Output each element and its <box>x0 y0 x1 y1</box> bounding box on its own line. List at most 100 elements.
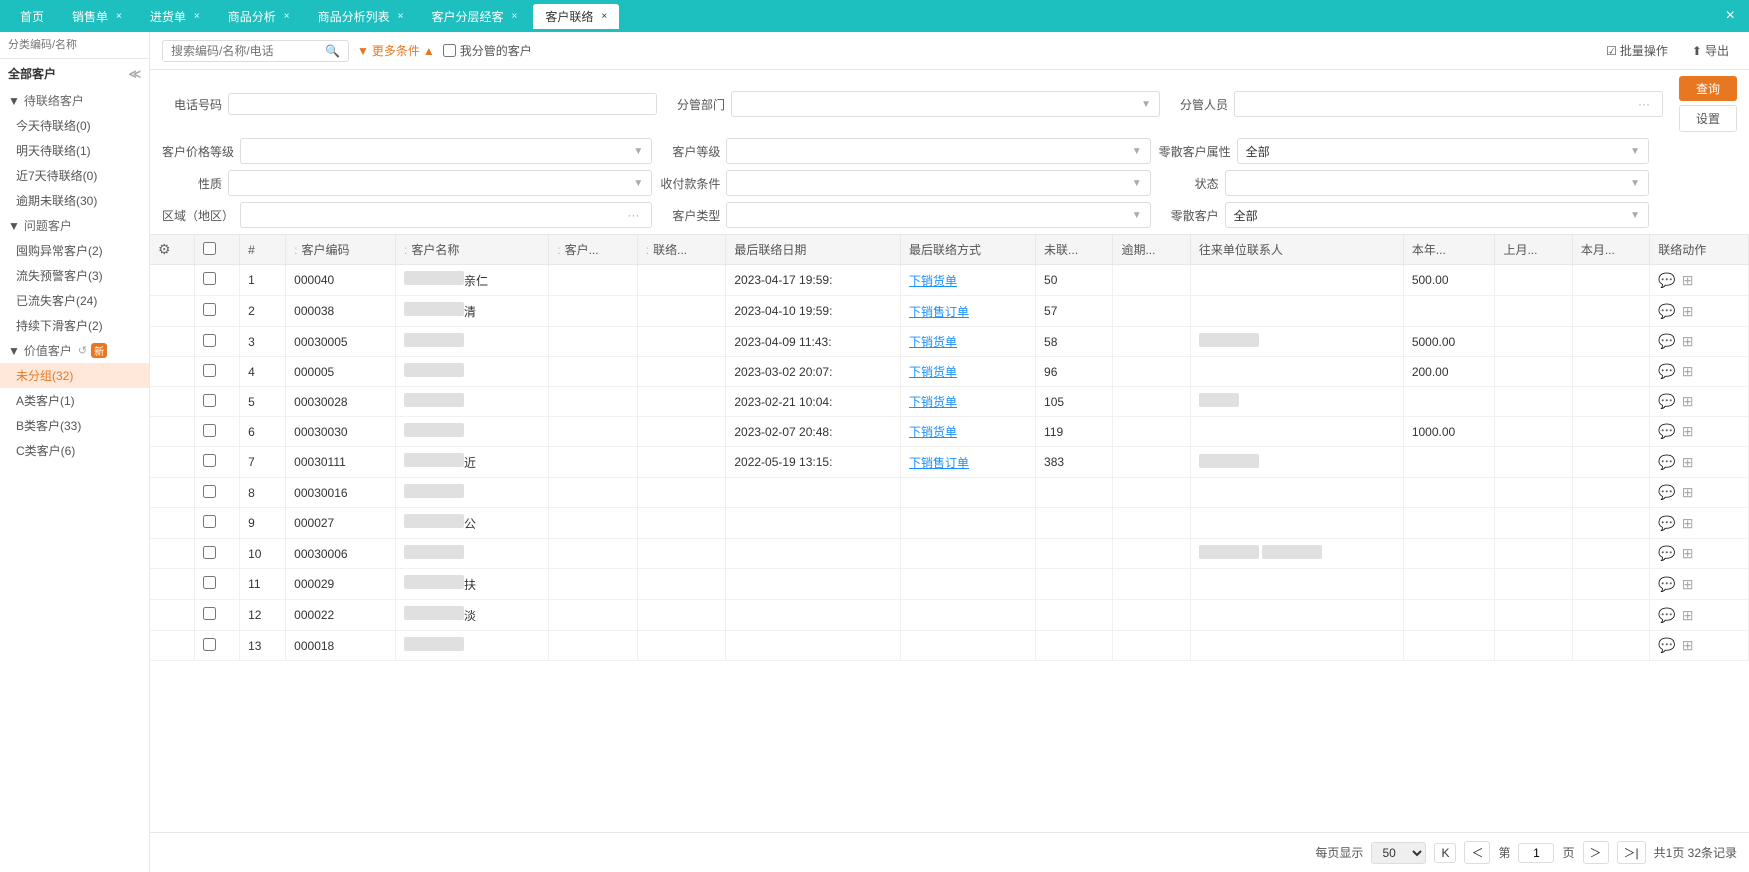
partner-col-header[interactable]: 往来单位联系人 <box>1190 235 1403 265</box>
chat-icon[interactable]: 💬 <box>1658 637 1675 654</box>
per-page-select[interactable]: 50 100 200 <box>1371 842 1426 864</box>
nature-select[interactable]: ▼ <box>228 170 652 196</box>
reset-button[interactable]: 设置 <box>1679 105 1737 132</box>
phone-input[interactable] <box>228 93 657 115</box>
dept-select[interactable]: ▼ <box>731 91 1160 117</box>
refresh-icon[interactable]: ↺ <box>78 344 87 357</box>
value-group[interactable]: ▼ 价值客户 ↺ 新 <box>0 338 149 363</box>
tab-analysis-list[interactable]: 商品分析列表 × <box>306 4 416 29</box>
row-check[interactable] <box>203 485 216 498</box>
customer-level-select[interactable]: ▼ <box>726 138 1150 164</box>
sidebar-item-7day-pending[interactable]: 近7天待联络(0) <box>0 163 149 188</box>
row-action[interactable]: 💬 ⊞ <box>1650 631 1749 661</box>
collapse-icon[interactable]: ≪ <box>128 67 141 81</box>
batch-ops-btn[interactable]: ☑ 批量操作 <box>1598 38 1676 63</box>
row-action[interactable]: 💬 ⊞ <box>1650 539 1749 569</box>
export-btn[interactable]: ⬆ 导出 <box>1684 38 1737 63</box>
row-checkbox[interactable] <box>194 327 240 357</box>
chat-icon[interactable]: 💬 <box>1658 272 1675 289</box>
chat-icon[interactable]: 💬 <box>1658 484 1675 501</box>
problem-group[interactable]: ▼ 问题客户 <box>0 213 149 238</box>
close-sales-tab[interactable]: × <box>116 11 122 22</box>
sidebar-item-c-class[interactable]: C类客户(6) <box>0 438 149 463</box>
grid-icon[interactable]: ⊞ <box>1682 363 1694 380</box>
row-check[interactable] <box>203 576 216 589</box>
this-month-col-header[interactable]: 本月... <box>1572 235 1649 265</box>
my-customers-check[interactable] <box>443 44 456 57</box>
grid-icon[interactable]: ⊞ <box>1682 607 1694 624</box>
grid-icon[interactable]: ⊞ <box>1682 515 1694 532</box>
sidebar-item-declining[interactable]: 持续下滑客户(2) <box>0 313 149 338</box>
row-last-method[interactable]: 下销货单 <box>900 417 1035 447</box>
grid-icon[interactable]: ⊞ <box>1682 454 1694 471</box>
chat-icon[interactable]: 💬 <box>1658 607 1675 624</box>
price-level-select[interactable]: ▼ <box>240 138 652 164</box>
row-checkbox[interactable] <box>194 387 240 417</box>
close-analysis-list-tab[interactable]: × <box>398 11 404 22</box>
row-action[interactable]: 💬 ⊞ <box>1650 327 1749 357</box>
more-conditions-btn[interactable]: ▼ 更多条件 ▲ <box>357 42 435 59</box>
last-method-col-header[interactable]: 最后联络方式 <box>900 235 1035 265</box>
grid-icon[interactable]: ⊞ <box>1682 637 1694 654</box>
tab-home[interactable]: 首页 <box>8 4 56 29</box>
close-customer-contact-tab[interactable]: × <box>601 11 607 22</box>
my-customers-checkbox[interactable]: 我分管的客户 <box>443 42 532 59</box>
sidebar-item-tomorrow-pending[interactable]: 明天待联络(1) <box>0 138 149 163</box>
last-method-link[interactable]: 下销货单 <box>909 274 957 288</box>
last-method-link[interactable]: 下销货单 <box>909 365 957 379</box>
row-check[interactable] <box>203 334 216 347</box>
sidebar-item-overdue-pending[interactable]: 逾期未联络(30) <box>0 188 149 213</box>
main-search-box[interactable]: 🔍 <box>162 40 349 62</box>
chat-icon[interactable]: 💬 <box>1658 576 1675 593</box>
table-settings-icon[interactable]: ⚙ <box>158 241 171 257</box>
row-action[interactable]: 💬 ⊞ <box>1650 387 1749 417</box>
select-all-checkbox[interactable] <box>203 242 216 255</box>
row-last-method[interactable]: 下销货单 <box>900 265 1035 296</box>
last-page-btn[interactable]: ＞| <box>1617 841 1646 864</box>
row-checkbox[interactable] <box>194 447 240 478</box>
row-check[interactable] <box>203 424 216 437</box>
retail-customer-select[interactable]: 全部 ▼ <box>1225 202 1649 228</box>
close-purchase-tab[interactable]: × <box>194 11 200 22</box>
last-method-link[interactable]: 下销货单 <box>909 335 957 349</box>
category-search-input[interactable] <box>8 39 150 51</box>
row-checkbox[interactable] <box>194 631 240 661</box>
tab-analysis[interactable]: 商品分析 × <box>216 4 302 29</box>
last-method-link[interactable]: 下销货单 <box>909 425 957 439</box>
status-select[interactable]: ▼ <box>1225 170 1649 196</box>
row-checkbox[interactable] <box>194 600 240 631</box>
sidebar-item-hoarding-abnormal[interactable]: 囤购异常客户(2) <box>0 238 149 263</box>
next-page-btn[interactable]: ＞ <box>1583 841 1609 864</box>
contact-col-header[interactable]: :联络... <box>637 235 726 265</box>
last-month-col-header[interactable]: 上月... <box>1495 235 1572 265</box>
chat-icon[interactable]: 💬 <box>1658 545 1675 562</box>
query-button[interactable]: 查询 <box>1679 76 1737 101</box>
uncontacted-col-header[interactable]: 未联... <box>1036 235 1113 265</box>
row-checkbox[interactable] <box>194 296 240 327</box>
chat-icon[interactable]: 💬 <box>1658 363 1675 380</box>
chat-icon[interactable]: 💬 <box>1658 303 1675 320</box>
row-checkbox[interactable] <box>194 265 240 296</box>
grid-icon[interactable]: ⊞ <box>1682 484 1694 501</box>
manager-select[interactable]: ··· <box>1234 91 1663 117</box>
grid-icon[interactable]: ⊞ <box>1682 272 1694 289</box>
customer-type-select[interactable]: ▼ <box>726 202 1150 228</box>
chat-icon[interactable]: 💬 <box>1658 393 1675 410</box>
last-method-link[interactable]: 下销货单 <box>909 395 957 409</box>
last-date-col-header[interactable]: 最后联络日期 <box>726 235 901 265</box>
row-check[interactable] <box>203 638 216 651</box>
row-check[interactable] <box>203 272 216 285</box>
sidebar-item-a-class[interactable]: A类客户(1) <box>0 388 149 413</box>
tab-sales[interactable]: 销售单 × <box>60 4 134 29</box>
row-checkbox[interactable] <box>194 357 240 387</box>
prev-page-btn[interactable]: ＜ <box>1464 841 1490 864</box>
manager-ellipsis[interactable]: ··· <box>1634 97 1654 111</box>
row-check[interactable] <box>203 515 216 528</box>
row-last-method[interactable]: 下销货单 <box>900 387 1035 417</box>
row-action[interactable]: 💬 ⊞ <box>1650 417 1749 447</box>
sidebar-search-box[interactable]: 🔍 <box>0 32 149 59</box>
row-action[interactable]: 💬 ⊞ <box>1650 478 1749 508</box>
row-action[interactable]: 💬 ⊞ <box>1650 600 1749 631</box>
grid-icon[interactable]: ⊞ <box>1682 576 1694 593</box>
row-last-method[interactable]: 下销货单 <box>900 327 1035 357</box>
